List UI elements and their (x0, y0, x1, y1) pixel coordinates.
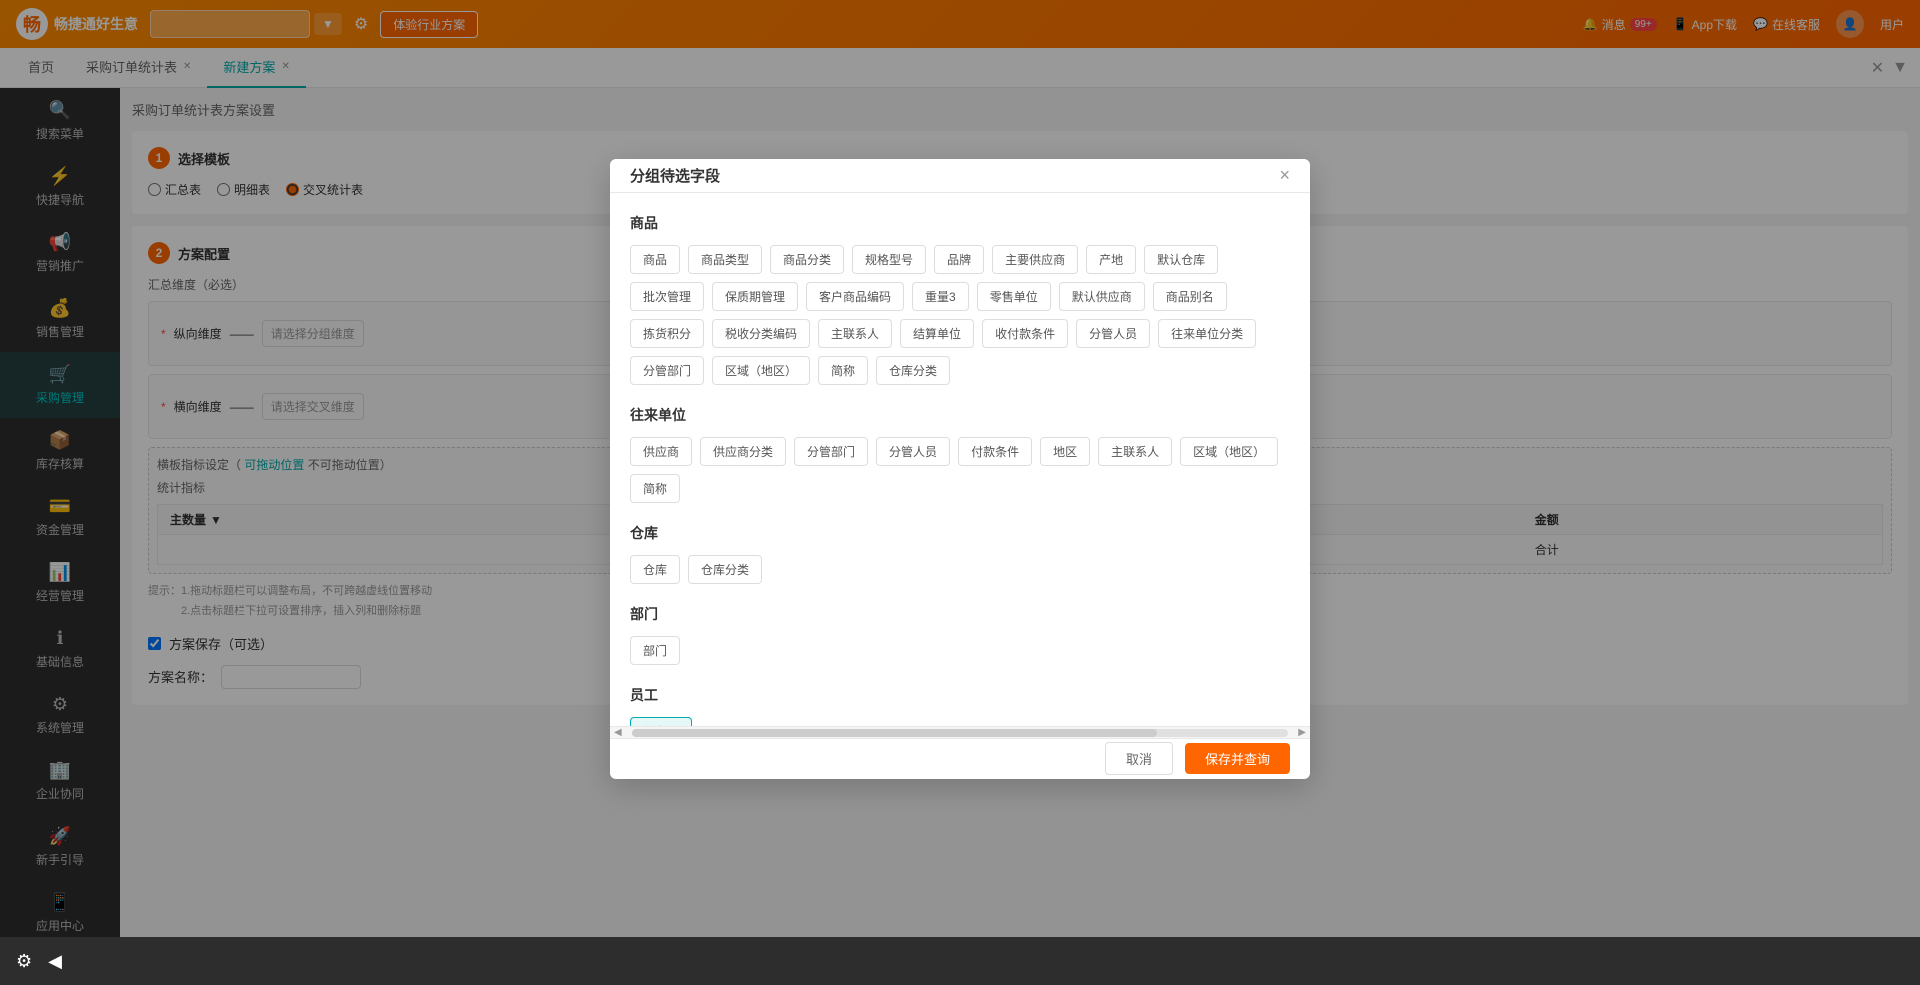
field-section-partner-title: 往来单位 (630, 405, 1290, 425)
field-tags-staff: 业务员 (630, 717, 1290, 726)
modal-title: 分组待选字段 (630, 165, 720, 186)
modal-close-button[interactable]: × (1279, 165, 1290, 186)
scroll-left-arrow[interactable]: ◀ (610, 727, 626, 738)
scroll-track (632, 729, 1289, 737)
field-tag[interactable]: 分管部门 (630, 356, 704, 385)
modal-body: 商品 商品 商品类型 商品分类 规格型号 品牌 主要供应商 产地 默认仓库 批次… (610, 193, 1310, 726)
field-tags-dept: 部门 (630, 636, 1290, 665)
field-tag[interactable]: 默认供应商 (1059, 282, 1145, 311)
field-tag[interactable]: 产地 (1086, 245, 1136, 274)
field-tag[interactable]: 供应商 (630, 437, 692, 466)
field-tag[interactable]: 税收分类编码 (712, 319, 810, 348)
field-tag[interactable]: 供应商分类 (700, 437, 786, 466)
modal: 分组待选字段 × 商品 商品 商品类型 商品分类 规格型号 品牌 主要供应商 产… (610, 159, 1310, 779)
field-section-staff: 员工 业务员 (630, 685, 1290, 726)
field-section-warehouse: 仓库 仓库 仓库分类 (630, 523, 1290, 584)
field-tag[interactable]: 分管人员 (1076, 319, 1150, 348)
save-query-button[interactable]: 保存并查询 (1185, 743, 1290, 774)
field-tag[interactable]: 规格型号 (852, 245, 926, 274)
field-tag[interactable]: 零售单位 (977, 282, 1051, 311)
field-tag[interactable]: 商品分类 (770, 245, 844, 274)
field-section-goods-title: 商品 (630, 213, 1290, 233)
field-tags-goods: 商品 商品类型 商品分类 规格型号 品牌 主要供应商 产地 默认仓库 批次管理 … (630, 245, 1290, 385)
field-section-dept-title: 部门 (630, 604, 1290, 624)
field-tag[interactable]: 批次管理 (630, 282, 704, 311)
field-tag[interactable]: 区域（地区） (712, 356, 810, 385)
field-tag[interactable]: 付款条件 (958, 437, 1032, 466)
field-tag[interactable]: 拣货积分 (630, 319, 704, 348)
field-tag[interactable]: 分管人员 (876, 437, 950, 466)
scroll-right-arrow[interactable]: ▶ (1294, 727, 1310, 738)
field-tag[interactable]: 仓库分类 (876, 356, 950, 385)
field-section-warehouse-title: 仓库 (630, 523, 1290, 543)
field-tag[interactable]: 主联系人 (818, 319, 892, 348)
cancel-button[interactable]: 取消 (1105, 742, 1173, 775)
field-tag[interactable]: 商品类型 (688, 245, 762, 274)
field-tag[interactable]: 商品别名 (1153, 282, 1227, 311)
field-tag[interactable]: 客户商品编码 (806, 282, 904, 311)
field-tags-partner: 供应商 供应商分类 分管部门 分管人员 付款条件 地区 主联系人 区域（地区） … (630, 437, 1290, 503)
field-tag[interactable]: 简称 (630, 474, 680, 503)
modal-header: 分组待选字段 × (610, 159, 1310, 194)
field-section-partner: 往来单位 供应商 供应商分类 分管部门 分管人员 付款条件 地区 主联系人 区域… (630, 405, 1290, 503)
field-tag[interactable]: 主联系人 (1098, 437, 1172, 466)
field-section-staff-title: 员工 (630, 685, 1290, 705)
bottom-bar: ⚙ ◀ (0, 937, 1920, 985)
field-tag[interactable]: 部门 (630, 636, 680, 665)
field-tag[interactable]: 收付款条件 (982, 319, 1068, 348)
field-tag-selected[interactable]: 业务员 (630, 717, 692, 726)
field-tag[interactable]: 重量3 (912, 282, 969, 311)
field-tag[interactable]: 地区 (1040, 437, 1090, 466)
modal-overlay: 分组待选字段 × 商品 商品 商品类型 商品分类 规格型号 品牌 主要供应商 产… (0, 0, 1920, 937)
field-tag[interactable]: 主要供应商 (992, 245, 1078, 274)
field-tag[interactable]: 区域（地区） (1180, 437, 1278, 466)
bottom-collapse-button[interactable]: ◀ (48, 951, 62, 972)
field-tag[interactable]: 仓库分类 (688, 555, 762, 584)
scroll-thumb[interactable] (632, 729, 1157, 737)
modal-footer: 取消 保存并查询 (610, 738, 1310, 779)
field-tag[interactable]: 往来单位分类 (1158, 319, 1256, 348)
bottom-settings-button[interactable]: ⚙ (16, 951, 32, 972)
field-tag[interactable]: 结算单位 (900, 319, 974, 348)
field-tag[interactable]: 保质期管理 (712, 282, 798, 311)
field-tag[interactable]: 品牌 (934, 245, 984, 274)
field-section-goods: 商品 商品 商品类型 商品分类 规格型号 品牌 主要供应商 产地 默认仓库 批次… (630, 213, 1290, 385)
field-tag[interactable]: 简称 (818, 356, 868, 385)
field-tag[interactable]: 仓库 (630, 555, 680, 584)
field-tag[interactable]: 默认仓库 (1144, 245, 1218, 274)
field-tag[interactable]: 分管部门 (794, 437, 868, 466)
field-section-dept: 部门 部门 (630, 604, 1290, 665)
field-tags-warehouse: 仓库 仓库分类 (630, 555, 1290, 584)
bottom-icons: ⚙ ◀ (16, 951, 62, 972)
field-tag[interactable]: 商品 (630, 245, 680, 274)
modal-scroll-bar[interactable]: ◀ ▶ (610, 726, 1310, 738)
